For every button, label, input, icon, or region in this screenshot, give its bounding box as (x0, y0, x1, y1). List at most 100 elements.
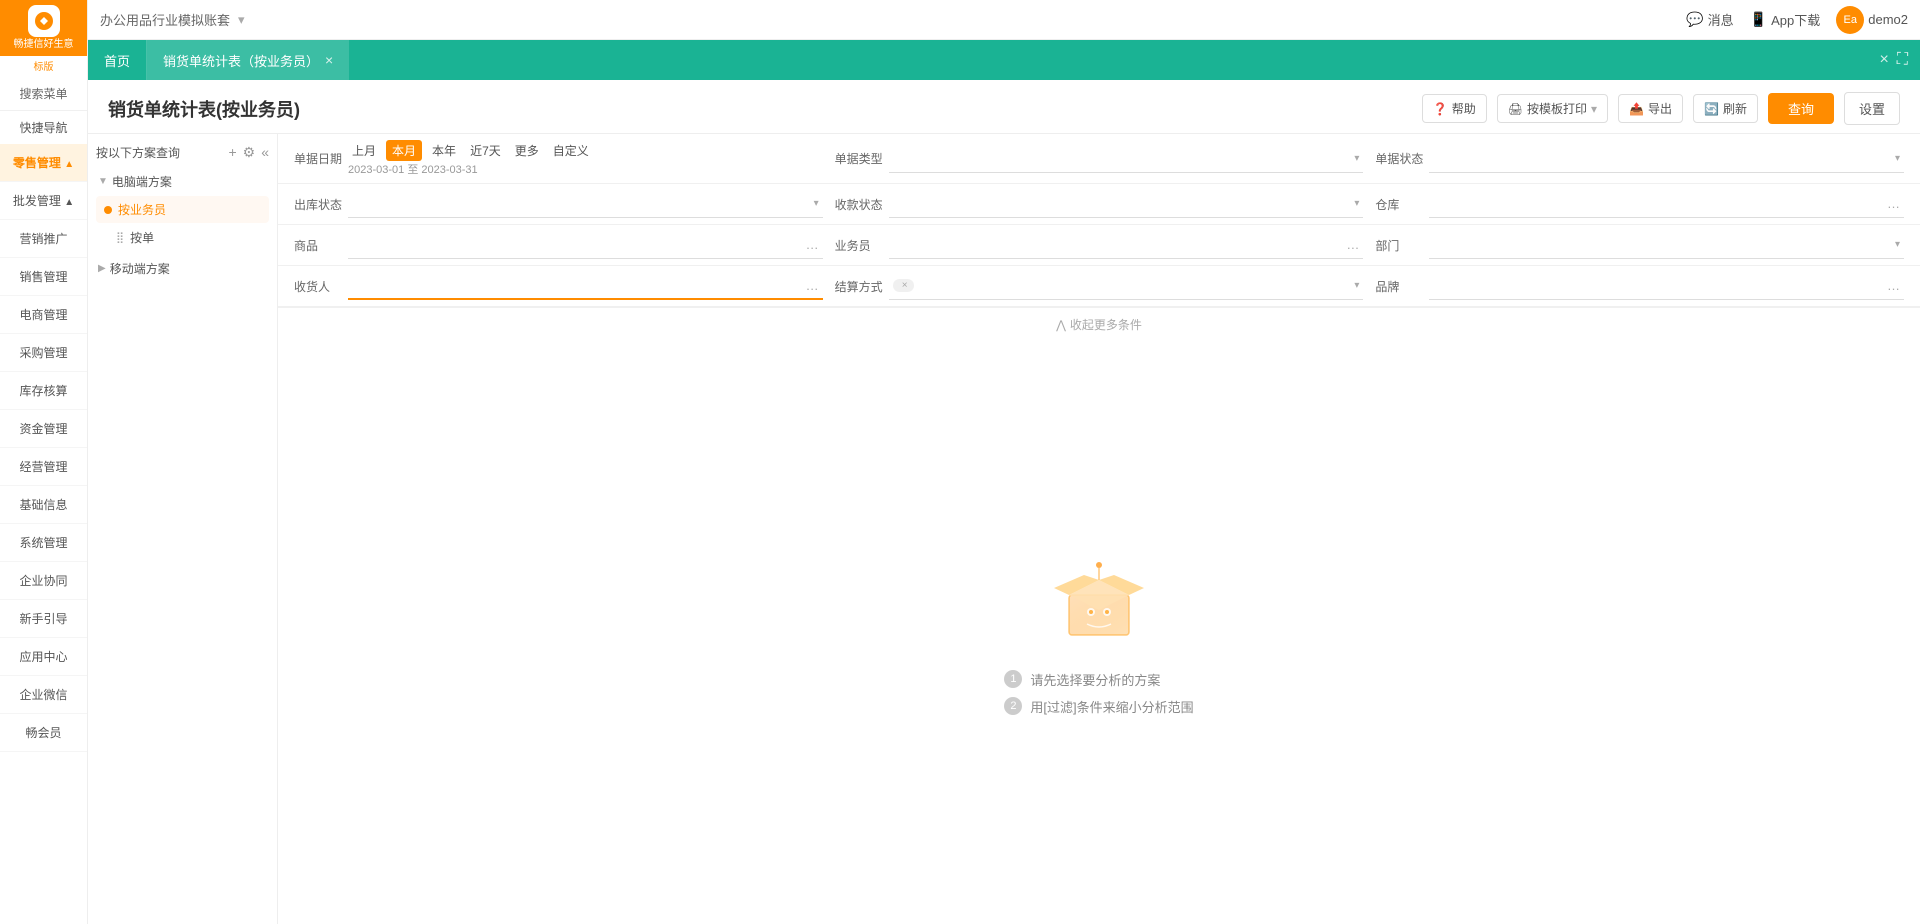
filter-settlement-control[interactable]: × ▾ (889, 272, 1364, 300)
sidebar-item-wechat[interactable]: 企业微信 (0, 676, 87, 714)
sidebar-item-purchase[interactable]: 采购管理 (0, 334, 87, 372)
date-tab-last-month[interactable]: 上月 (348, 140, 380, 161)
filter-goods-label: 商品 (294, 237, 342, 254)
step-2-text: 用[过滤]条件来缩小分析范围 (1030, 697, 1193, 716)
app-download-btn[interactable]: 📱 App下载 (1750, 10, 1821, 29)
logo-icon (28, 5, 60, 37)
order-type-dropdown-icon: ▾ (1354, 153, 1359, 164)
sidebar-item-newbie[interactable]: 新手引导 (0, 600, 87, 638)
filter-date: 单据日期 上月 本月 本年 近7天 更多 自定义 20 (294, 140, 823, 177)
breadcrumb-chevron[interactable]: ▾ (238, 12, 245, 28)
department-dropdown-icon: ▾ (1895, 239, 1900, 250)
sidebar-item-wholesale[interactable]: 批发管理 ▲ (0, 182, 87, 220)
refresh-btn[interactable]: 🔄 刷新 (1693, 94, 1758, 123)
filter-order-type-control[interactable]: ▾ (889, 145, 1364, 173)
schema-settings-icon[interactable]: ⚙ (243, 144, 256, 161)
help-btn[interactable]: ❓ 帮助 (1422, 94, 1487, 123)
tab-home[interactable]: 首页 (88, 40, 147, 80)
sidebar-item-app-center[interactable]: 应用中心 (0, 638, 87, 676)
tab-sales-stats[interactable]: 销货单统计表（按业务员） × (147, 40, 349, 80)
filter-warehouse-control[interactable]: … (1429, 190, 1904, 218)
filter-settlement: 结算方式 × ▾ (835, 272, 1364, 300)
date-tab-7days[interactable]: 近7天 (466, 140, 505, 161)
collapse-label: 收起更多条件 (1070, 316, 1142, 333)
settings-btn[interactable]: 设置 (1844, 92, 1900, 125)
filter-salesperson: 业务员 … (835, 231, 1364, 259)
add-schema-icon[interactable]: + (228, 144, 236, 161)
filter-receipt-status-control[interactable]: ▾ (889, 190, 1364, 218)
search-menu[interactable]: 搜索菜单 (0, 77, 87, 111)
page-header: 销货单统计表(按业务员) ❓ 帮助 🖨 按模板打印 ▾ 📤 导出 🔄 刷新 (88, 80, 1920, 134)
tab-minimize-btn[interactable]: × (1879, 51, 1888, 69)
sidebar-item-sales[interactable]: 销售管理 (0, 258, 87, 296)
filter-order-status-control[interactable]: ▾ (1429, 145, 1904, 173)
settlement-tag-close[interactable]: × (902, 280, 908, 291)
filter-order-status: 单据状态 ▾ (1375, 145, 1904, 173)
right-panel: 单据日期 上月 本月 本年 近7天 更多 自定义 20 (278, 134, 1920, 924)
print-chevron-icon: ▾ (1591, 102, 1597, 116)
date-tab-more[interactable]: 更多 (511, 140, 543, 161)
filter-goods: 商品 … (294, 231, 823, 259)
sidebar-item-operations[interactable]: 经营管理 (0, 448, 87, 486)
page-title: 销货单统计表(按业务员) (108, 96, 300, 122)
user-name: demo2 (1868, 12, 1908, 27)
goods-dots-icon[interactable]: … (806, 237, 819, 252)
filter-row-2: 出库状态 ▾ 收款状态 ▾ 仓库 (278, 184, 1920, 225)
date-tab-custom[interactable]: 自定义 (549, 140, 593, 161)
schema-sub-icon: ⣿ (116, 231, 124, 244)
export-btn[interactable]: 📤 导出 (1618, 94, 1683, 123)
receipt-status-dropdown-icon: ▾ (1354, 198, 1359, 209)
tab-maximize-btn[interactable]: ⛶ (1897, 51, 1908, 69)
filter-goods-control[interactable]: … (348, 231, 823, 259)
sidebar-item-retail[interactable]: 零售管理 ▲ (0, 144, 87, 182)
filter-row-1: 单据日期 上月 本月 本年 近7天 更多 自定义 20 (278, 134, 1920, 184)
consignee-dots-icon[interactable]: … (806, 278, 819, 293)
warehouse-dots-icon[interactable]: … (1887, 196, 1900, 211)
filter-out-status-control[interactable]: ▾ (348, 190, 823, 218)
filter-department-control[interactable]: ▾ (1429, 231, 1904, 259)
message-label: 消息 (1708, 10, 1734, 29)
schema-collapse-icon[interactable]: « (261, 144, 269, 161)
sidebar-logo[interactable]: 畅捷信好生意 (0, 0, 88, 56)
filter-order-status-label: 单据状态 (1375, 150, 1423, 167)
empty-illustration (1049, 550, 1149, 650)
filter-brand-control[interactable]: … (1429, 272, 1904, 300)
filter-brand-label: 品牌 (1375, 278, 1423, 295)
schema-by-order[interactable]: ⣿ 按单 (96, 225, 269, 250)
filter-salesperson-control[interactable]: … (889, 231, 1364, 259)
schema-by-salesperson[interactable]: 按业务员 (96, 196, 269, 223)
collapse-icon: ⋀ (1056, 318, 1066, 332)
query-btn[interactable]: 查询 (1768, 93, 1834, 124)
sidebar-item-system[interactable]: 系统管理 (0, 524, 87, 562)
filter-collapse-bar[interactable]: ⋀ 收起更多条件 (278, 307, 1920, 341)
tab-close-icon[interactable]: × (325, 52, 333, 68)
message-icon: 💬 (1686, 11, 1703, 28)
brand-dots-icon[interactable]: … (1887, 278, 1900, 293)
user-profile[interactable]: Ea demo2 (1836, 6, 1908, 34)
filter-warehouse-label: 仓库 (1375, 196, 1423, 213)
out-status-dropdown-icon: ▾ (814, 198, 819, 209)
empty-step-2: 2 用[过滤]条件来缩小分析范围 (1004, 697, 1193, 716)
quick-nav-label: 快捷导航 (19, 121, 67, 135)
app-download-label: App下载 (1771, 10, 1820, 29)
date-tab-this-month[interactable]: 本月 (386, 140, 422, 161)
sidebar-item-inventory[interactable]: 库存核算 (0, 372, 87, 410)
sidebar-item-finance[interactable]: 资金管理 (0, 410, 87, 448)
mobile-group-header[interactable]: ▶ 移动端方案 (96, 256, 269, 281)
desktop-group-header[interactable]: ▼ 电脑端方案 (96, 169, 269, 194)
sidebar-item-ecommerce[interactable]: 电商管理 (0, 296, 87, 334)
salesperson-dots-icon[interactable]: … (1346, 237, 1359, 252)
sidebar-item-basic-info[interactable]: 基础信息 (0, 486, 87, 524)
message-btn[interactable]: 💬 消息 (1686, 10, 1733, 29)
sidebar-item-member[interactable]: 畅会员 (0, 714, 87, 752)
filter-consignee-control[interactable]: … (348, 272, 823, 300)
sidebar-item-marketing[interactable]: 营销推广 (0, 220, 87, 258)
sidebar-item-enterprise[interactable]: 企业协同 (0, 562, 87, 600)
quick-nav[interactable]: 快捷导航 (15, 111, 71, 144)
desktop-group-collapse-icon: ▼ (98, 176, 108, 187)
filter-out-status: 出库状态 ▾ (294, 190, 823, 218)
filter-consignee-label: 收货人 (294, 278, 342, 295)
date-tab-this-year[interactable]: 本年 (428, 140, 460, 161)
print-btn[interactable]: 🖨 按模板打印 ▾ (1497, 94, 1608, 123)
left-panel: 按以下方案查询 + ⚙ « ▼ 电脑端方案 按业务员 (88, 134, 278, 924)
